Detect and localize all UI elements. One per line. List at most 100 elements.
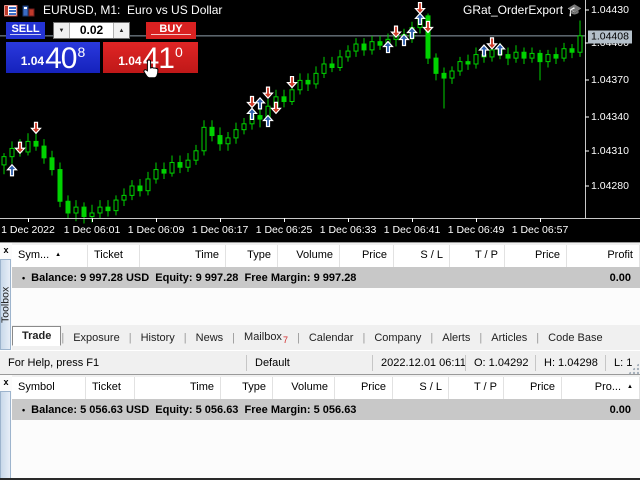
candle-body bbox=[201, 126, 207, 152]
column-header[interactable]: S / L bbox=[393, 377, 449, 399]
toolbox-vertical-tab[interactable]: Toolbox bbox=[0, 259, 12, 350]
column-header[interactable]: T / P bbox=[450, 245, 505, 267]
candle-body bbox=[369, 41, 375, 51]
candle-body bbox=[569, 48, 575, 53]
tab-label: Company bbox=[374, 331, 422, 344]
sell-arrow-marker bbox=[14, 141, 26, 155]
candle-body bbox=[81, 206, 87, 218]
candle-body bbox=[353, 43, 359, 52]
price-axis-label: 1.04340 bbox=[591, 111, 629, 123]
column-header[interactable]: Symbol bbox=[12, 377, 86, 399]
volume-stepper[interactable]: ▼ 0.02 ▲ bbox=[53, 22, 130, 39]
column-header[interactable]: Type bbox=[226, 245, 278, 267]
sell-button[interactable]: SELL bbox=[6, 22, 45, 39]
column-header[interactable]: Sym... ▲ bbox=[12, 245, 88, 267]
balance-summary-row[interactable]: • Balance: 5 056.63 USD Equity: 5 056.63… bbox=[12, 399, 640, 421]
time-axis-label: 1 Dec 06:25 bbox=[255, 224, 313, 236]
column-header[interactable]: T / P bbox=[449, 377, 504, 399]
candle-body bbox=[337, 56, 343, 68]
column-header-label: Sym... bbox=[18, 249, 50, 261]
column-header[interactable]: Profit bbox=[567, 245, 640, 267]
candle-body bbox=[537, 52, 543, 63]
toolbox-side-strip: x Toolbox bbox=[0, 243, 12, 350]
price-axis-label: 1.04310 bbox=[591, 145, 629, 157]
chart-panel[interactable]: EURUSD, M1: Euro vs US Dollar GRat_Order… bbox=[0, 0, 640, 242]
tab-history[interactable]: History bbox=[132, 329, 184, 347]
column-header[interactable]: Volume bbox=[273, 377, 335, 399]
volume-increase-button[interactable]: ▲ bbox=[113, 23, 129, 38]
candle-body bbox=[33, 140, 39, 147]
sell-arrow-marker bbox=[270, 101, 282, 115]
toolbox-vertical-tab[interactable] bbox=[0, 391, 11, 478]
sell-arrow-marker bbox=[414, 2, 426, 15]
tab-label: News bbox=[195, 331, 224, 344]
column-header[interactable]: Time bbox=[140, 245, 226, 267]
trade-table-body[interactable] bbox=[12, 420, 640, 478]
candle-body bbox=[505, 54, 511, 59]
tab-label: Trade bbox=[22, 330, 52, 342]
tab-calendar[interactable]: Calendar bbox=[300, 329, 363, 347]
profit-value: 0.00 bbox=[609, 403, 631, 416]
tab-trade[interactable]: Trade bbox=[12, 326, 62, 346]
tab-exposure[interactable]: Exposure bbox=[64, 329, 128, 347]
column-header-label: Price bbox=[529, 381, 555, 393]
trade-table-body[interactable] bbox=[12, 288, 640, 325]
buy-price-pip: 0 bbox=[174, 44, 183, 60]
sell-arrow-marker bbox=[30, 121, 42, 135]
buy-price-prefix: 1.04 bbox=[118, 54, 142, 68]
candle-body bbox=[113, 199, 119, 212]
candle-body bbox=[65, 200, 71, 214]
volume-input[interactable]: 0.02 bbox=[70, 23, 113, 38]
candle-body bbox=[553, 54, 559, 59]
graduation-cap-icon[interactable]: 🎓 bbox=[567, 3, 582, 17]
sell-price-big: 40 bbox=[45, 42, 77, 75]
column-header[interactable]: Type bbox=[221, 377, 273, 399]
candle-body bbox=[9, 147, 15, 158]
status-bar: For Help, press F1 Default 2022.12.01 06… bbox=[0, 350, 640, 375]
time-axis-label: 1 Dec 06:49 bbox=[447, 224, 505, 236]
tab-news[interactable]: News bbox=[187, 329, 233, 347]
column-header[interactable]: Price bbox=[504, 377, 562, 399]
column-header-label: Volume bbox=[291, 381, 328, 393]
tab-code-base[interactable]: Code Base bbox=[539, 329, 611, 347]
volume-decrease-button[interactable]: ▼ bbox=[54, 23, 70, 38]
quotes-table-icon[interactable] bbox=[3, 4, 18, 17]
tab-company[interactable]: Company bbox=[365, 329, 430, 347]
expert-advisor-label: GRat_OrderExport 🎓 bbox=[463, 3, 582, 17]
column-header-label: T / P bbox=[474, 249, 498, 261]
candle-body bbox=[465, 61, 471, 65]
buy-button[interactable]: BUY bbox=[146, 22, 196, 39]
candle-body bbox=[169, 162, 175, 174]
column-header[interactable]: Price bbox=[505, 245, 567, 267]
column-header-label: Price bbox=[361, 249, 387, 261]
tab-articles[interactable]: Articles bbox=[482, 329, 536, 347]
column-header-label: Profit bbox=[607, 249, 633, 261]
bar-chart-icon[interactable] bbox=[22, 4, 36, 17]
row-bullet-icon: • bbox=[22, 272, 26, 283]
close-icon[interactable]: x bbox=[0, 244, 12, 258]
column-header[interactable]: Ticket bbox=[86, 377, 135, 399]
column-header[interactable]: Pro... ▲ bbox=[562, 377, 640, 399]
candle-body bbox=[329, 63, 335, 68]
candle-body bbox=[161, 169, 167, 174]
sell-price-button[interactable]: 1.04 40 8 bbox=[6, 42, 100, 75]
column-header[interactable]: Price bbox=[335, 377, 393, 399]
candle-body bbox=[137, 185, 143, 192]
status-profile[interactable]: Default bbox=[246, 355, 372, 371]
column-header-label: Pro... bbox=[594, 381, 622, 393]
column-header[interactable]: S / L bbox=[394, 245, 450, 267]
tab-label: Articles bbox=[491, 331, 528, 344]
column-header[interactable]: Price bbox=[340, 245, 394, 267]
column-header-label: S / L bbox=[420, 249, 443, 261]
balance-summary-row[interactable]: • Balance: 9 997.28 USD Equity: 9 997.28… bbox=[12, 267, 640, 289]
tab-mailbox[interactable]: Mailbox7 bbox=[235, 328, 297, 348]
column-header[interactable]: Volume bbox=[278, 245, 340, 267]
column-header[interactable]: Time bbox=[135, 377, 221, 399]
close-icon[interactable]: x bbox=[0, 376, 12, 390]
candle-body bbox=[41, 145, 47, 159]
chevron-down-icon: ▼ bbox=[58, 27, 65, 34]
tab-alerts[interactable]: Alerts bbox=[433, 329, 479, 347]
column-header[interactable]: Ticket bbox=[88, 245, 140, 267]
candle-body bbox=[217, 135, 223, 145]
chart-title-row: EURUSD, M1: Euro vs US Dollar bbox=[3, 3, 222, 17]
